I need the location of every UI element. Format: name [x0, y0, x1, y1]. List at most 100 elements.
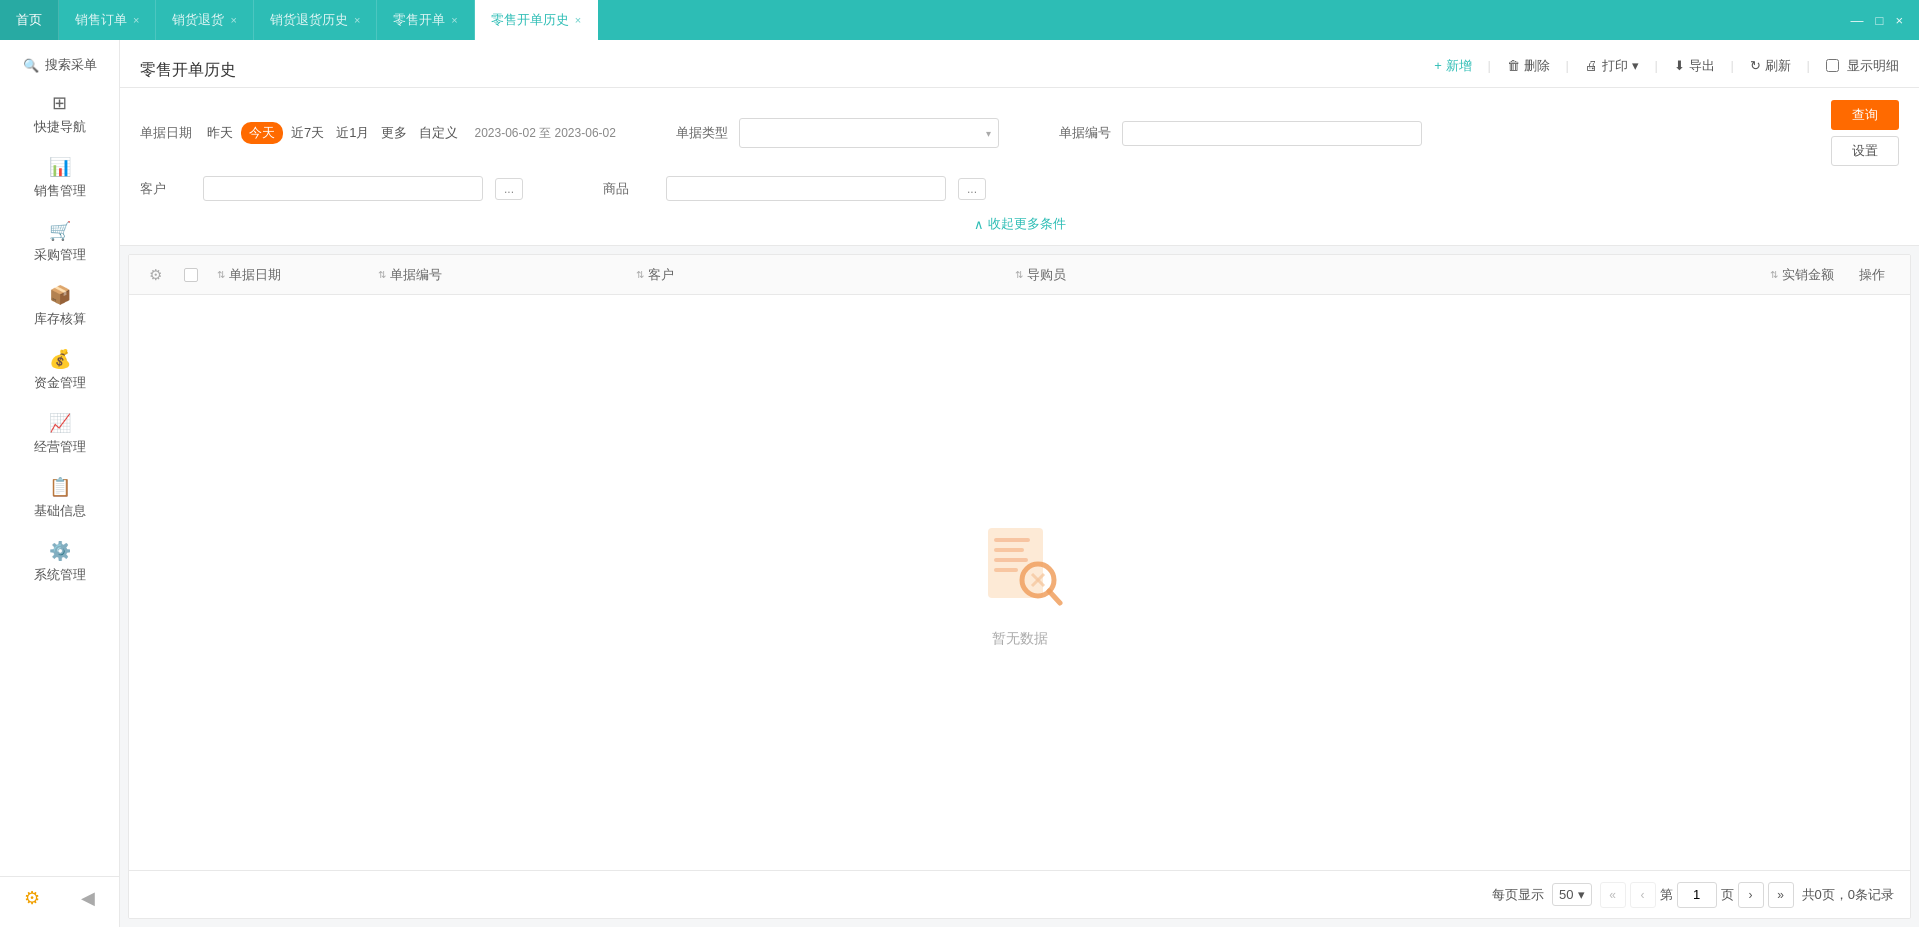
th-amount-label: 实销金额: [1782, 266, 1834, 284]
table-settings-icon[interactable]: ⚙: [149, 266, 162, 284]
doc-type-select[interactable]: ▾: [739, 118, 999, 148]
sidebar-item-quick-nav[interactable]: ⊞ 快捷导航: [0, 82, 119, 146]
sidebar-search[interactable]: 🔍 搜索采单: [0, 48, 119, 82]
per-page-select[interactable]: 50 ▾: [1552, 883, 1591, 906]
goods-ellipsis-btn[interactable]: ...: [958, 178, 986, 200]
next-page-btn[interactable]: ›: [1738, 882, 1764, 908]
date-filter-label: 单据日期: [140, 124, 195, 142]
print-button[interactable]: 🖨 打印 ▾: [1585, 57, 1639, 75]
select-all-checkbox[interactable]: [184, 268, 198, 282]
doc-no-input[interactable]: [1122, 121, 1422, 146]
close-btn[interactable]: ×: [1895, 13, 1903, 28]
yesterday-btn[interactable]: 昨天: [203, 122, 237, 144]
tab-sales-return-history-close[interactable]: ×: [354, 14, 360, 26]
sidebar-item-purchase-mgmt[interactable]: 🛒 采购管理: [0, 210, 119, 274]
tab-retail-open-close[interactable]: ×: [451, 14, 457, 26]
divider5: |: [1807, 58, 1810, 73]
query-button[interactable]: 查询: [1831, 100, 1899, 130]
quick-nav-icon: ⊞: [52, 92, 67, 114]
svg-rect-4: [994, 568, 1018, 572]
search-icon: 🔍: [23, 58, 39, 73]
display-detail-label: 显示明细: [1847, 57, 1899, 75]
refresh-button[interactable]: ↻ 刷新: [1750, 57, 1791, 75]
collapse-btn[interactable]: ∧ 收起更多条件: [974, 215, 1066, 233]
sidebar-item-sys-mgmt[interactable]: ⚙️ 系统管理: [0, 530, 119, 594]
tab-retail-open-history[interactable]: 零售开单历史 ×: [475, 0, 598, 40]
divider3: |: [1655, 58, 1658, 73]
collapse-row: ∧ 收起更多条件: [140, 211, 1899, 233]
th-action-label: 操作: [1859, 266, 1885, 284]
inventory-calc-icon: 📦: [49, 284, 71, 306]
sidebar-item-finance-mgmt[interactable]: 💰 资金管理: [0, 338, 119, 402]
divider4: |: [1731, 58, 1734, 73]
th-amount[interactable]: ⇅ 实销金额: [1705, 266, 1842, 284]
divider1: |: [1488, 58, 1491, 73]
page-suffix: 页: [1721, 886, 1734, 904]
display-detail-checkbox[interactable]: [1826, 59, 1839, 72]
page-prefix: 第: [1660, 886, 1673, 904]
filter-settings-button[interactable]: 设置: [1831, 136, 1899, 166]
date-shortcuts: 昨天 今天 近7天 近1月 更多 自定义: [203, 122, 462, 144]
filter-section: 单据日期 昨天 今天 近7天 近1月 更多 自定义 2023-06-02 至 2…: [120, 88, 1919, 246]
sidebar-inventory-calc-label: 库存核算: [34, 310, 86, 328]
sidebar: 🔍 搜索采单 ⊞ 快捷导航 📊 销售管理 🛒 采购管理 📦 库存核算 💰 资金管…: [0, 40, 120, 927]
delete-button[interactable]: 🗑 删除: [1507, 57, 1550, 75]
table-header-row: ⚙ ⇅ 单据日期 ⇅ 单据编号 ⇅ 客户 ⇅: [129, 255, 1910, 295]
doc-type-label: 单据类型: [676, 124, 731, 142]
custom-btn[interactable]: 自定义: [415, 122, 462, 144]
sidebar-collapse-icon[interactable]: ◀: [81, 887, 95, 909]
display-detail-toggle[interactable]: 显示明细: [1826, 57, 1899, 75]
export-button[interactable]: ⬇ 导出: [1674, 57, 1715, 75]
customer-input[interactable]: [203, 176, 483, 201]
sidebar-item-sales-mgmt[interactable]: 📊 销售管理: [0, 146, 119, 210]
sort-icon-order-no: ⇅: [378, 269, 386, 280]
tab-retail-open[interactable]: 零售开单 ×: [377, 0, 474, 40]
tab-home[interactable]: 首页: [0, 0, 59, 40]
prev-page-btn[interactable]: ‹: [1630, 882, 1656, 908]
sidebar-item-ops-mgmt[interactable]: 📈 经营管理: [0, 402, 119, 466]
page-header: 零售开单历史 + 新增 | 🗑 删除 | 🖨 打印 ▾ | ⬇ 导出 | ↻ 刷…: [120, 40, 1919, 88]
th-customer[interactable]: ⇅ 客户: [628, 266, 1007, 284]
svg-rect-1: [994, 538, 1030, 542]
sidebar-item-basic-info[interactable]: 📋 基础信息: [0, 466, 119, 530]
goods-filter-group: 商品 ...: [603, 176, 986, 201]
first-page-btn[interactable]: «: [1600, 882, 1626, 908]
finance-mgmt-icon: 💰: [49, 348, 71, 370]
th-order-no[interactable]: ⇅ 单据编号: [370, 266, 628, 284]
pagination-bar: 每页显示 50 ▾ « ‹ 第 页 › » 共0页，0条记录: [129, 870, 1910, 918]
th-guide[interactable]: ⇅ 导购员: [1007, 266, 1205, 284]
minimize-btn[interactable]: —: [1851, 13, 1864, 28]
per-page-chevron: ▾: [1578, 887, 1585, 902]
goods-input[interactable]: [666, 176, 946, 201]
last-page-btn[interactable]: »: [1768, 882, 1794, 908]
today-btn[interactable]: 今天: [241, 122, 283, 144]
customer-ellipsis-btn[interactable]: ...: [495, 178, 523, 200]
last7-btn[interactable]: 近7天: [287, 122, 328, 144]
tab-retail-open-history-close[interactable]: ×: [575, 14, 581, 26]
tab-sales-order[interactable]: 销售订单 ×: [59, 0, 156, 40]
more-btn[interactable]: 更多: [377, 122, 411, 144]
tab-sales-return-history[interactable]: 销货退货历史 ×: [254, 0, 377, 40]
svg-line-6: [1049, 591, 1060, 603]
top-bar: 首页 销售订单 × 销货退货 × 销货退货历史 × 零售开单 × 零售开单历史 …: [0, 0, 1919, 40]
last-month-btn[interactable]: 近1月: [332, 122, 373, 144]
sort-icon-customer: ⇅: [636, 269, 644, 280]
th-date[interactable]: ⇅ 单据日期: [209, 266, 370, 284]
tab-sales-order-close[interactable]: ×: [133, 14, 139, 26]
page-number-input[interactable]: [1677, 882, 1717, 908]
sidebar-basic-info-label: 基础信息: [34, 502, 86, 520]
sidebar-finance-mgmt-label: 资金管理: [34, 374, 86, 392]
window-controls: — □ ×: [1851, 13, 1919, 28]
tab-sales-return-close[interactable]: ×: [230, 14, 236, 26]
empty-icon: [970, 518, 1070, 618]
tab-sales-return[interactable]: 销货退货 ×: [156, 0, 253, 40]
sidebar-item-inventory-calc[interactable]: 📦 库存核算: [0, 274, 119, 338]
restore-btn[interactable]: □: [1876, 13, 1884, 28]
table-area: ⚙ ⇅ 单据日期 ⇅ 单据编号 ⇅ 客户 ⇅: [128, 254, 1911, 919]
tab-sales-order-label: 销售订单: [75, 11, 127, 29]
empty-state: 暂无数据: [129, 295, 1910, 870]
add-button[interactable]: + 新增: [1434, 57, 1471, 75]
doc-type-select-wrap: ▾: [739, 118, 999, 148]
collapse-icon: ∧: [974, 217, 984, 232]
sidebar-settings-icon[interactable]: ⚙: [24, 887, 40, 909]
